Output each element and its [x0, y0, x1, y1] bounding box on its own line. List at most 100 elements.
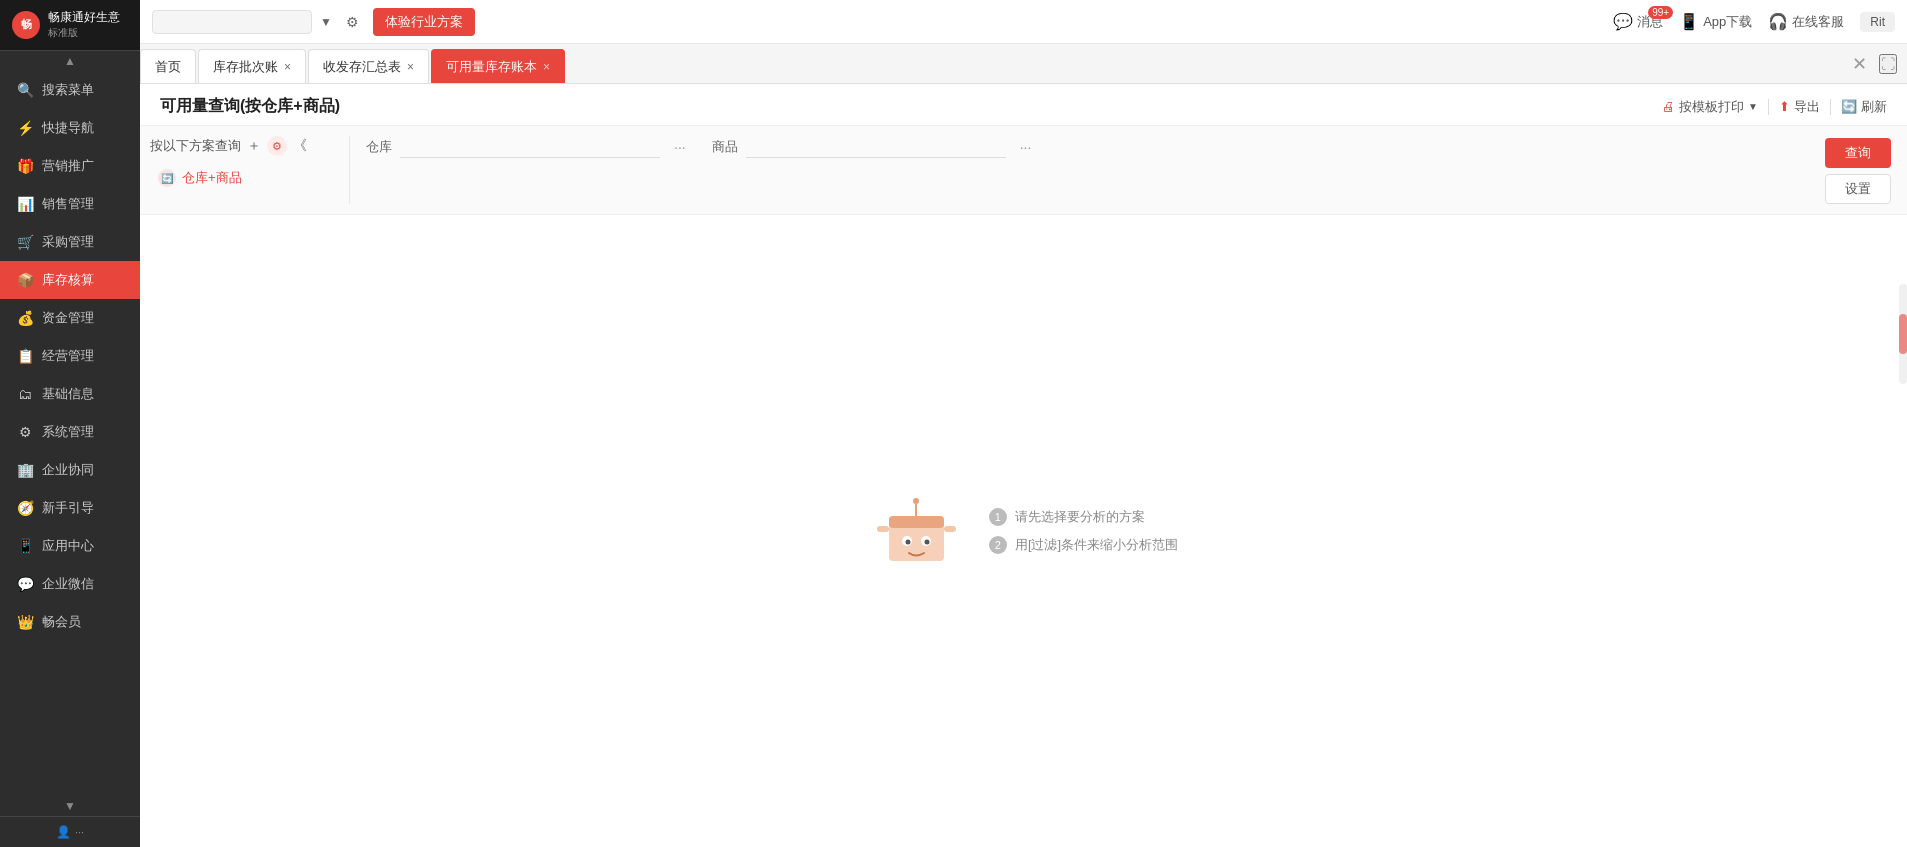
svg-point-4: [905, 540, 910, 545]
sidebar-item-label: 系统管理: [42, 423, 94, 441]
sidebar-item-finance[interactable]: 💰 资金管理: [0, 299, 140, 337]
wechat-icon: 💬: [16, 575, 34, 593]
mobile-icon: 📱: [16, 537, 34, 555]
query-area: 按以下方案查询 ＋ ⚙ 《 🔄 仓库+商品 仓库 ···: [140, 126, 1907, 215]
sidebar-item-label: 快捷导航: [42, 119, 94, 137]
export-btn[interactable]: ⬆ 导出: [1779, 98, 1820, 116]
topbar-search-input[interactable]: [152, 10, 312, 34]
tip-num-2: 2: [989, 536, 1007, 554]
building-icon: 🏢: [16, 461, 34, 479]
scheme-item-warehouse-goods[interactable]: 🔄 仓库+商品: [150, 164, 339, 192]
phone-icon: 📱: [1679, 12, 1699, 31]
sidebar-item-basic-info[interactable]: 🗂 基础信息: [0, 375, 140, 413]
sidebar-item-label: 新手引导: [42, 499, 94, 517]
tab-available-qty-close[interactable]: ×: [543, 60, 550, 74]
right-scrollbar-track: [1899, 284, 1907, 384]
sidebar-item-shortcut[interactable]: ⚡ 快捷导航: [0, 109, 140, 147]
sidebar-item-purchase[interactable]: 🛒 采购管理: [0, 223, 140, 261]
goods-input[interactable]: [746, 136, 1006, 158]
tab-home-label: 首页: [155, 58, 181, 76]
refresh-icon: 🔄: [1841, 99, 1857, 114]
money-icon: 💰: [16, 309, 34, 327]
sidebar-menu: 🔍 搜索菜单 ⚡ 快捷导航 🎁 营销推广 📊 销售管理 🛒 采购管理 📦 库存核…: [0, 71, 140, 796]
online-support-btn[interactable]: 🎧 在线客服: [1768, 12, 1844, 31]
sidebar-item-marketing[interactable]: 🎁 营销推广: [0, 147, 140, 185]
warehouse-input[interactable]: [400, 136, 660, 158]
tab-batch-account[interactable]: 库存批次账 ×: [198, 49, 306, 83]
sidebar-item-app-center[interactable]: 📱 应用中心: [0, 527, 140, 565]
topbar-dropdown-btn[interactable]: ▼: [320, 15, 332, 29]
tip-text-2: 用[过滤]条件来缩小分析范围: [1015, 536, 1178, 554]
sidebar-item-members[interactable]: 👑 畅会员: [0, 603, 140, 641]
box-icon: 📦: [16, 271, 34, 289]
scheme-panel: 按以下方案查询 ＋ ⚙ 《 🔄 仓库+商品: [150, 136, 350, 204]
add-scheme-btn[interactable]: ＋: [247, 137, 261, 155]
tab-batch-account-label: 库存批次账: [213, 58, 278, 76]
app-download-btn[interactable]: 📱 App下载: [1679, 12, 1752, 31]
tab-available-qty[interactable]: 可用量库存账本 ×: [431, 49, 565, 83]
crown-icon: 👑: [16, 613, 34, 631]
topbar-gear-btn[interactable]: ⚙: [340, 12, 365, 32]
sidebar-item-label: 资金管理: [42, 309, 94, 327]
svg-rect-8: [877, 526, 889, 532]
goods-label: 商品: [712, 138, 738, 156]
industry-solution-btn[interactable]: 体验行业方案: [373, 8, 475, 36]
user-info[interactable]: Rit: [1860, 12, 1895, 32]
warehouse-more-btn[interactable]: ···: [668, 137, 692, 157]
sidebar-item-search[interactable]: 🔍 搜索菜单: [0, 71, 140, 109]
sidebar-item-sales[interactable]: 📊 销售管理: [0, 185, 140, 223]
page-content: 可用量查询(按仓库+商品) 🖨 按模板打印 ▼ ⬆ 导出 🔄 刷新: [140, 84, 1907, 847]
sidebar-item-label: 企业协同: [42, 461, 94, 479]
filter-row: 仓库 ··· 商品 ···: [366, 136, 1809, 158]
sidebar-item-operations[interactable]: 📋 经营管理: [0, 337, 140, 375]
sidebar-item-wechat[interactable]: 💬 企业微信: [0, 565, 140, 603]
collapse-scheme-btn[interactable]: 《: [293, 137, 307, 155]
sidebar-item-system[interactable]: ⚙ 系统管理: [0, 413, 140, 451]
sidebar-item-guide[interactable]: 🧭 新手引导: [0, 489, 140, 527]
sidebar-item-inventory[interactable]: 📦 库存核算: [0, 261, 140, 299]
tab-batch-account-close[interactable]: ×: [284, 60, 291, 74]
empty-state: 1 请先选择要分析的方案 2 用[过滤]条件来缩小分析范围: [140, 215, 1907, 847]
sidebar-item-label: 应用中心: [42, 537, 94, 555]
tab-inventory-summary-label: 收发存汇总表: [323, 58, 401, 76]
tab-inventory-summary-close[interactable]: ×: [407, 60, 414, 74]
sidebar-item-label: 经营管理: [42, 347, 94, 365]
export-label: 导出: [1794, 98, 1820, 116]
right-scrollbar-thumb[interactable]: [1899, 314, 1907, 354]
print-icon: 🖨: [1662, 99, 1675, 114]
sidebar-item-enterprise[interactable]: 🏢 企业协同: [0, 451, 140, 489]
settings-scheme-btn[interactable]: ⚙: [267, 136, 287, 156]
filter-goods: 商品 ···: [712, 136, 1038, 158]
tip-num-1: 1: [989, 508, 1007, 526]
app-name: 畅康通好生意: [48, 10, 120, 26]
print-btn[interactable]: 🖨 按模板打印 ▼: [1662, 98, 1758, 116]
refresh-label: 刷新: [1861, 98, 1887, 116]
message-badge: 99+: [1648, 6, 1673, 19]
settings-btn[interactable]: 设置: [1825, 174, 1891, 204]
refresh-btn[interactable]: 🔄 刷新: [1841, 98, 1887, 116]
tab-home[interactable]: 首页: [140, 49, 196, 83]
sidebar-scroll-up[interactable]: ▲: [0, 51, 140, 71]
empty-illustration: [869, 481, 969, 581]
tip-text-1: 请先选择要分析的方案: [1015, 508, 1145, 526]
sidebar-scroll-down[interactable]: ▼: [0, 796, 140, 816]
close-all-tabs-btn[interactable]: ✕: [1852, 53, 1867, 75]
query-btn[interactable]: 查询: [1825, 138, 1891, 168]
topbar: ▼ ⚙ 体验行业方案 💬 消息 99+ 📱 App下载 🎧 在线客服 Rit: [140, 0, 1907, 44]
headset-icon: 🎧: [1768, 12, 1788, 31]
sidebar-bottom[interactable]: 👤 ···: [0, 816, 140, 847]
expand-tabs-btn[interactable]: ⛶: [1879, 54, 1897, 74]
sidebar-item-label: 基础信息: [42, 385, 94, 403]
gift-icon: 🎁: [16, 157, 34, 175]
goods-more-btn[interactable]: ···: [1014, 137, 1038, 157]
scheme-item-label: 仓库+商品: [182, 169, 242, 187]
clipboard-icon: 📋: [16, 347, 34, 365]
svg-rect-9: [944, 526, 956, 532]
svg-point-7: [913, 498, 919, 504]
page-actions: 🖨 按模板打印 ▼ ⬆ 导出 🔄 刷新: [1662, 98, 1887, 116]
tab-inventory-summary[interactable]: 收发存汇总表 ×: [308, 49, 429, 83]
chart-icon: 📊: [16, 195, 34, 213]
message-btn[interactable]: 💬 消息 99+: [1613, 12, 1663, 31]
shortcut-icon: ⚡: [16, 119, 34, 137]
app-edition: 标准版: [48, 26, 120, 40]
